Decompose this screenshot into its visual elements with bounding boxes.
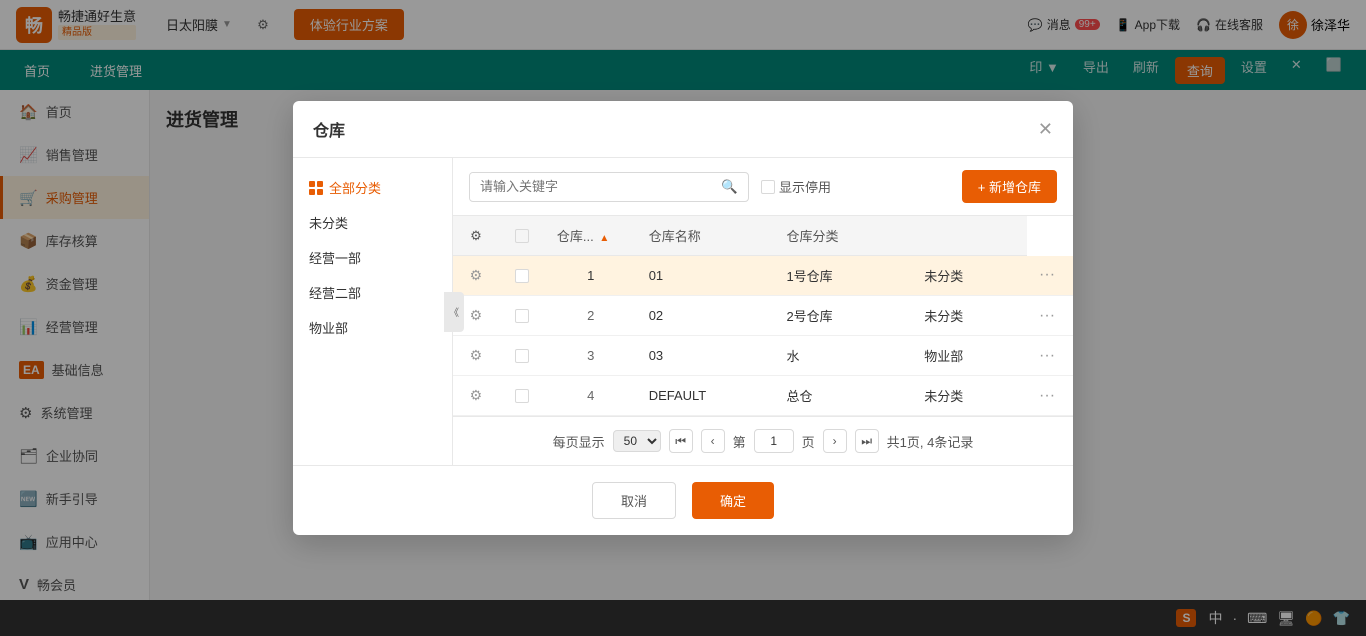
th-category: 仓库分类 xyxy=(774,216,912,256)
category-ops2[interactable]: 经营二部 xyxy=(293,275,452,310)
grid-icon xyxy=(309,181,323,195)
category-ops1[interactable]: 经营一部 xyxy=(293,240,452,275)
th-settings[interactable]: ⚙ xyxy=(453,216,499,256)
modal-overlay[interactable]: 仓库 ✕ 全部分类 未分类 经营一部 经营二部 xyxy=(0,0,1366,636)
category-unclassified[interactable]: 未分类 xyxy=(293,205,452,240)
row-code: DEFAULT xyxy=(637,376,775,416)
search-box: 🔍 xyxy=(469,172,749,202)
th-name: 仓库名称 xyxy=(637,216,775,256)
page-number-input[interactable] xyxy=(754,429,794,453)
first-page-button[interactable]: ⏮ xyxy=(669,429,693,453)
row-actions-cell[interactable]: ··· xyxy=(1027,376,1073,416)
table-row[interactable]: ⚙ 3 03 水 物业部 ··· xyxy=(453,336,1073,376)
th-check[interactable] xyxy=(499,216,545,256)
confirm-button[interactable]: 确定 xyxy=(692,482,774,519)
category-property[interactable]: 物业部 xyxy=(293,310,452,345)
row-code: 03 xyxy=(637,336,775,376)
th-code: 仓库... ▲ xyxy=(545,216,637,256)
row-settings[interactable]: ⚙ xyxy=(453,336,499,376)
last-page-button[interactable]: ⏭ xyxy=(855,429,879,453)
prev-page-button[interactable]: ‹ xyxy=(701,429,725,453)
row-settings-icon: ⚙ xyxy=(470,387,483,403)
per-page-select[interactable]: 50 xyxy=(613,430,661,452)
row-actions-cell[interactable]: ··· xyxy=(1027,296,1073,336)
row-more-icon[interactable]: ··· xyxy=(1039,387,1055,404)
category-all-item[interactable]: 全部分类 xyxy=(293,170,452,205)
row-number: 1 xyxy=(545,256,637,296)
th-code-label: 仓库... xyxy=(557,229,594,244)
pagination: 每页显示 50 ⏮ ‹ 第 页 › ⏭ 共1页, 4条记录 xyxy=(453,416,1073,465)
sort-icon: ▲ xyxy=(599,233,609,244)
category-ops2-label: 经营二部 xyxy=(309,283,361,302)
row-checkbox-cell[interactable] xyxy=(499,376,545,416)
row-number: 3 xyxy=(545,336,637,376)
show-disabled-checkbox[interactable] xyxy=(761,180,775,194)
close-icon[interactable]: ✕ xyxy=(1038,120,1053,138)
row-category: 未分类 xyxy=(912,256,1027,296)
cancel-button[interactable]: 取消 xyxy=(592,482,676,519)
search-button[interactable]: 🔍 xyxy=(711,173,748,201)
per-page-label: 每页显示 xyxy=(553,432,605,451)
modal-header: 仓库 ✕ xyxy=(293,101,1073,158)
table-row[interactable]: ⚙ 1 01 1号仓库 未分类 ··· xyxy=(453,256,1073,296)
modal-title: 仓库 xyxy=(313,117,345,141)
row-settings-icon: ⚙ xyxy=(470,307,483,323)
modal-footer: 取消 确定 xyxy=(293,465,1073,535)
row-number: 2 xyxy=(545,296,637,336)
page-suffix: 页 xyxy=(802,432,815,451)
row-settings[interactable]: ⚙ xyxy=(453,376,499,416)
warehouse-modal: 仓库 ✕ 全部分类 未分类 经营一部 经营二部 xyxy=(293,101,1073,535)
panel-toolbar: 🔍 显示停用 + 新增仓库 xyxy=(453,158,1073,216)
category-unclassified-label: 未分类 xyxy=(309,213,348,232)
warehouse-data-table: ⚙ 仓库... ▲ 仓库名称 仓库分类 xyxy=(453,216,1073,416)
table-panel: 🔍 显示停用 + 新增仓库 ⚙ xyxy=(453,158,1073,465)
category-ops1-label: 经营一部 xyxy=(309,248,361,267)
warehouse-table: ⚙ 仓库... ▲ 仓库名称 仓库分类 xyxy=(453,216,1073,416)
page-label: 第 xyxy=(733,432,746,451)
row-settings[interactable]: ⚙ xyxy=(453,256,499,296)
row-code: 01 xyxy=(637,256,775,296)
show-disabled-label: 显示停用 xyxy=(779,177,831,196)
category-property-label: 物业部 xyxy=(309,318,348,337)
search-input[interactable] xyxy=(470,173,711,200)
row-name: 2号仓库 xyxy=(774,296,912,336)
row-name: 总仓 xyxy=(774,376,912,416)
row-more-icon[interactable]: ··· xyxy=(1039,307,1055,324)
category-all-label: 全部分类 xyxy=(329,178,381,197)
add-warehouse-button[interactable]: + 新增仓库 xyxy=(962,170,1057,203)
row-settings-icon: ⚙ xyxy=(470,347,483,363)
category-panel: 全部分类 未分类 经营一部 经营二部 物业部 《 xyxy=(293,158,453,465)
row-name: 1号仓库 xyxy=(774,256,912,296)
table-header-row: ⚙ 仓库... ▲ 仓库名称 仓库分类 xyxy=(453,216,1073,256)
row-actions-cell[interactable]: ··· xyxy=(1027,336,1073,376)
th-actions xyxy=(912,216,1027,256)
row-category: 未分类 xyxy=(912,376,1027,416)
next-page-button[interactable]: › xyxy=(823,429,847,453)
row-checkbox-cell[interactable] xyxy=(499,256,545,296)
row-more-icon[interactable]: ··· xyxy=(1039,347,1055,364)
modal-body: 全部分类 未分类 经营一部 经营二部 物业部 《 xyxy=(293,158,1073,465)
row-category: 未分类 xyxy=(912,296,1027,336)
total-info: 共1页, 4条记录 xyxy=(887,432,974,451)
row-settings-icon: ⚙ xyxy=(470,267,483,283)
row-more-icon[interactable]: ··· xyxy=(1039,266,1055,283)
table-row[interactable]: ⚙ 4 DEFAULT 总仓 未分类 ··· xyxy=(453,376,1073,416)
row-actions-cell[interactable]: ··· xyxy=(1027,256,1073,296)
show-disabled-toggle[interactable]: 显示停用 xyxy=(761,177,831,196)
row-checkbox-cell[interactable] xyxy=(499,336,545,376)
row-checkbox-cell[interactable] xyxy=(499,296,545,336)
table-row[interactable]: ⚙ 2 02 2号仓库 未分类 ··· xyxy=(453,296,1073,336)
row-name: 水 xyxy=(774,336,912,376)
row-number: 4 xyxy=(545,376,637,416)
row-category: 物业部 xyxy=(912,336,1027,376)
row-code: 02 xyxy=(637,296,775,336)
collapse-panel-button[interactable]: 《 xyxy=(444,292,464,332)
